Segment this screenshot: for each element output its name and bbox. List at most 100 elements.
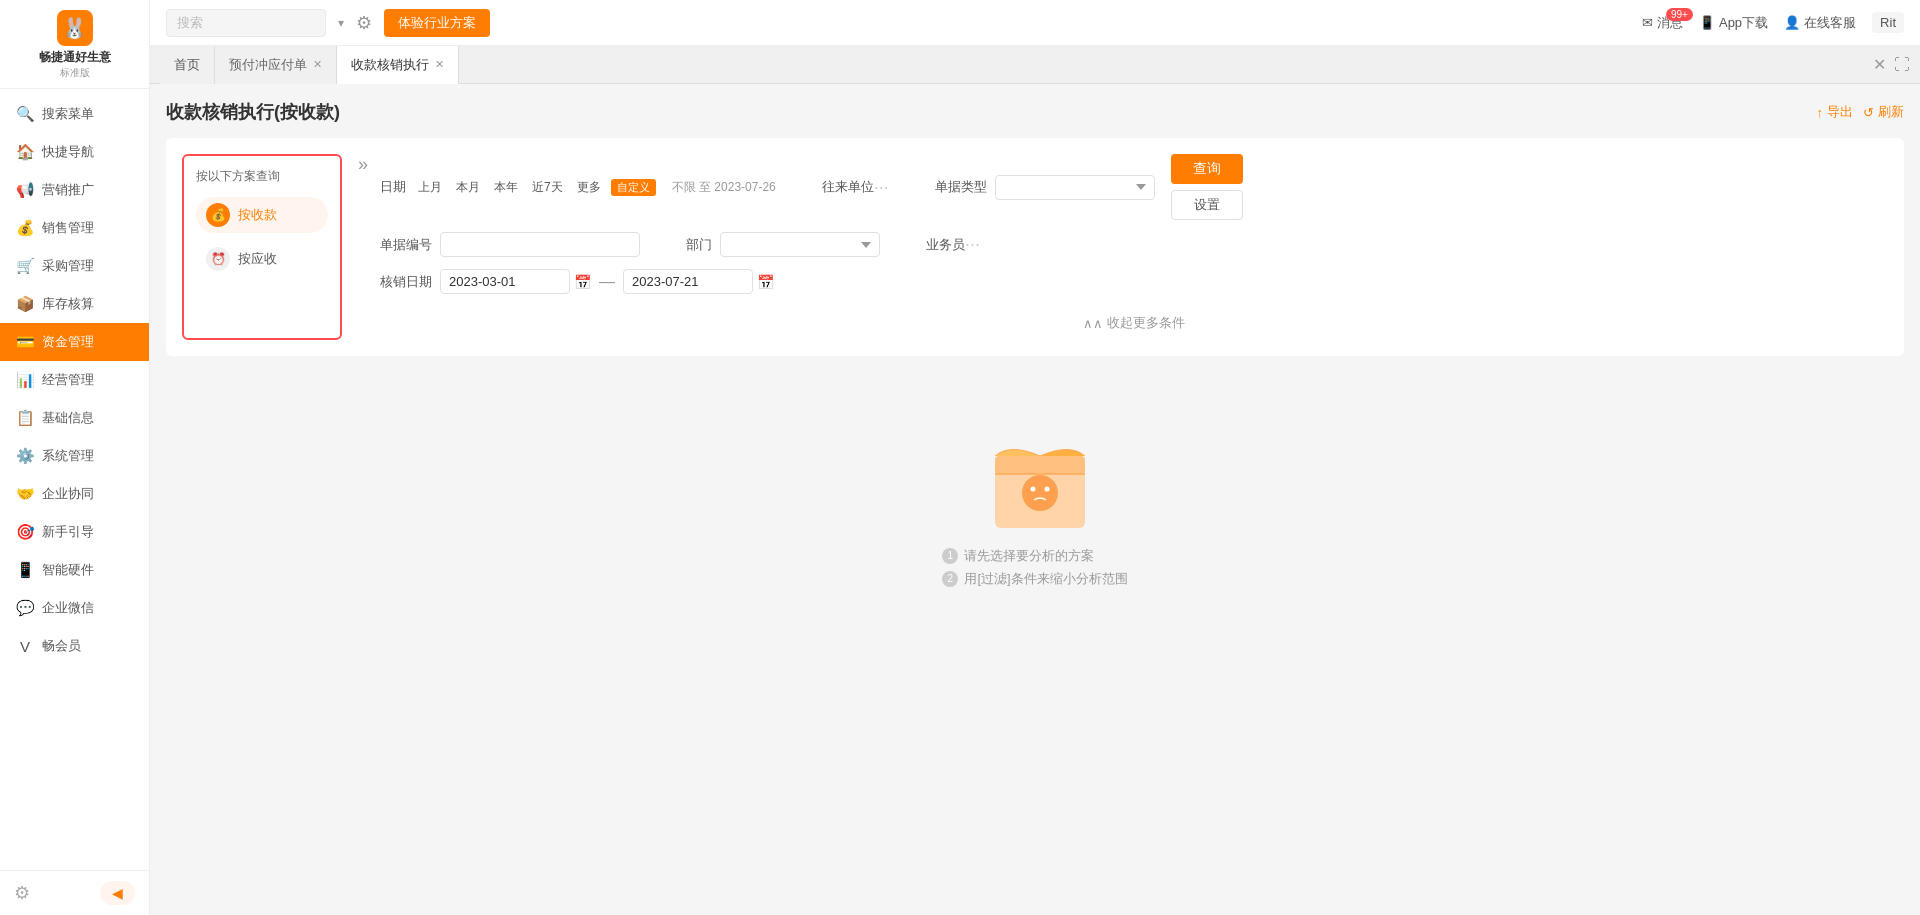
sidebar-item-member[interactable]: V 畅会员: [0, 627, 149, 665]
service-label: 在线客服: [1804, 14, 1856, 32]
sidebar-item-marketing[interactable]: 📢 营销推广: [0, 171, 149, 209]
sidebar-item-quicknav[interactable]: 🏠 快捷导航: [0, 133, 149, 171]
sidebar-item-label-guide: 新手引导: [42, 523, 94, 541]
search-icon: 🔍: [16, 105, 34, 123]
sidebar-item-search[interactable]: 🔍 搜索菜单: [0, 95, 149, 133]
topbar-search[interactable]: 搜索: [166, 9, 326, 37]
sidebar-collapse-button[interactable]: ◀: [100, 881, 135, 905]
custom-date-tag[interactable]: 自定义: [611, 179, 656, 196]
tab-verify[interactable]: 收款核销执行 ✕: [337, 46, 459, 84]
sidebar-item-basic[interactable]: 📋 基础信息: [0, 399, 149, 437]
tab-bar: 首页 预付冲应付单 ✕ 收款核销执行 ✕ ✕ ⛶: [150, 46, 1920, 84]
page-actions: ↑ 导出 ↺ 刷新: [1817, 103, 1905, 121]
sidebar-item-label-collab: 企业协同: [42, 485, 94, 503]
sidebar-item-hardware[interactable]: 📱 智能硬件: [0, 551, 149, 589]
sidebar-item-operations[interactable]: 📊 经营管理: [0, 361, 149, 399]
counterpart-dots[interactable]: ···: [874, 177, 889, 198]
empty-hint-1: 1 请先选择要分析的方案: [942, 544, 1127, 567]
sidebar-item-label-quicknav: 快捷导航: [42, 143, 94, 161]
sidebar-item-system[interactable]: ⚙️ 系统管理: [0, 437, 149, 475]
sidebar-item-label-finance: 资金管理: [42, 333, 94, 351]
sidebar-item-wechat[interactable]: 💬 企业微信: [0, 589, 149, 627]
sidebar-item-label-system: 系统管理: [42, 447, 94, 465]
collapse-more-label: 收起更多条件: [1107, 314, 1185, 332]
topbar-chevron-icon[interactable]: ▾: [338, 16, 344, 30]
date-tab-more[interactable]: 更多: [573, 177, 605, 198]
doctype-select[interactable]: [995, 175, 1155, 200]
topbar-search-text: 搜索: [177, 14, 203, 32]
home-icon: 🏠: [16, 143, 34, 161]
logo-text: 畅捷通好生意: [39, 49, 111, 66]
svg-point-5: [1045, 487, 1050, 492]
docnumber-label: 单据编号: [380, 236, 432, 254]
filter-settings-button[interactable]: 设置: [1171, 190, 1243, 220]
message-badge: 99+: [1666, 8, 1693, 21]
dept-select[interactable]: [720, 232, 880, 257]
page-title: 收款核销执行(按收款): [166, 100, 340, 124]
sidebar-item-collab[interactable]: 🤝 企业协同: [0, 475, 149, 513]
tab-verify-close-icon[interactable]: ✕: [435, 58, 444, 71]
sidebar-item-label-operations: 经营管理: [42, 371, 94, 389]
date-tab-last-month[interactable]: 上月: [414, 177, 446, 198]
collapse-more-btn[interactable]: ∧∧ 收起更多条件: [380, 306, 1888, 340]
query-button[interactable]: 查询: [1171, 154, 1243, 184]
solution-button[interactable]: 体验行业方案: [384, 9, 490, 37]
calendar-start-icon[interactable]: 📅: [574, 274, 591, 290]
refresh-icon: ↺: [1863, 105, 1874, 120]
tab-prepay-close-icon[interactable]: ✕: [313, 58, 322, 71]
docnumber-input[interactable]: [440, 232, 640, 257]
docnumber-field: 单据编号: [380, 232, 640, 257]
tab-home-label: 首页: [174, 56, 200, 74]
tab-close-action[interactable]: ✕: [1873, 55, 1886, 74]
filter-row-3: 核销日期 📅 — 📅: [380, 269, 1888, 294]
verify-date-label: 核销日期: [380, 273, 432, 291]
sidebar-item-purchase[interactable]: 🛒 采购管理: [0, 247, 149, 285]
verify-date-end-input[interactable]: [623, 269, 753, 294]
hint-2-text: 用[过滤]条件来缩小分析范围: [964, 567, 1127, 590]
refresh-button[interactable]: ↺ 刷新: [1863, 103, 1904, 121]
settings-icon[interactable]: ⚙: [14, 882, 30, 904]
hardware-icon: 📱: [16, 561, 34, 579]
topbar: 搜索 ▾ ⚙ 体验行业方案 ✉ 消息 99+ 📱 App下载 👤 在线客服 Ri…: [150, 0, 1920, 46]
message-button[interactable]: ✉ 消息 99+: [1642, 14, 1683, 32]
filter-fields: 日期 上月 本月 本年 近7天 更多 自定义 不限 至 2023-0: [380, 154, 1888, 340]
staff-dots[interactable]: ···: [965, 234, 980, 255]
sidebar-item-sales[interactable]: 💰 销售管理: [0, 209, 149, 247]
export-button[interactable]: ↑ 导出: [1817, 103, 1854, 121]
sidebar-item-guide[interactable]: 🎯 新手引导: [0, 513, 149, 551]
tab-expand-action[interactable]: ⛶: [1894, 55, 1910, 74]
empty-hints: 1 请先选择要分析的方案 2 用[过滤]条件来缩小分析范围: [942, 544, 1127, 591]
sidebar-item-label-member: 畅会员: [42, 637, 81, 655]
refresh-label: 刷新: [1878, 103, 1904, 121]
tab-prepay[interactable]: 预付冲应付单 ✕: [215, 46, 337, 84]
date-range-display: 不限 至 2023-07-26: [672, 179, 776, 196]
filter-option-by-receivable[interactable]: ⏰ 按应收: [196, 241, 328, 277]
date-separator: —: [599, 273, 615, 291]
marketing-icon: 📢: [16, 181, 34, 199]
app-download-button[interactable]: 📱 App下载: [1699, 14, 1768, 32]
filter-option-by-receipt[interactable]: 💰 按收款: [196, 197, 328, 233]
verify-date-start-input[interactable]: [440, 269, 570, 294]
chevron-up-icon: ∧∧: [1083, 316, 1103, 331]
finance-icon: 💳: [16, 333, 34, 351]
online-service-button[interactable]: 👤 在线客服: [1784, 14, 1856, 32]
step-1-icon: 1: [942, 548, 958, 564]
user-profile[interactable]: Rit: [1872, 12, 1904, 33]
calendar-end-icon[interactable]: 📅: [757, 274, 774, 290]
sidebar: 🐰 畅捷通好生意 标准版 🔍 搜索菜单 🏠 快捷导航 📢 营销推广 💰 销售管理…: [0, 0, 150, 915]
doctype-label: 单据类型: [935, 178, 987, 196]
tab-actions: ✕ ⛶: [1873, 55, 1910, 74]
filter-option-receipt-label: 按收款: [238, 206, 277, 224]
date-tab-this-year[interactable]: 本年: [490, 177, 522, 198]
date-tab-this-month[interactable]: 本月: [452, 177, 484, 198]
topbar-right: ✉ 消息 99+ 📱 App下载 👤 在线客服 Rit: [1642, 12, 1904, 33]
service-icon: 👤: [1784, 15, 1800, 30]
sidebar-item-inventory[interactable]: 📦 库存核算: [0, 285, 149, 323]
date-tab-7days[interactable]: 近7天: [528, 177, 567, 198]
topbar-gear-icon[interactable]: ⚙: [356, 12, 372, 34]
sidebar-item-finance[interactable]: 💳 资金管理: [0, 323, 149, 361]
filter-collapse-icon[interactable]: »: [358, 154, 368, 175]
tab-home[interactable]: 首页: [160, 46, 215, 84]
system-icon: ⚙️: [16, 447, 34, 465]
sidebar-item-label-sales: 销售管理: [42, 219, 94, 237]
